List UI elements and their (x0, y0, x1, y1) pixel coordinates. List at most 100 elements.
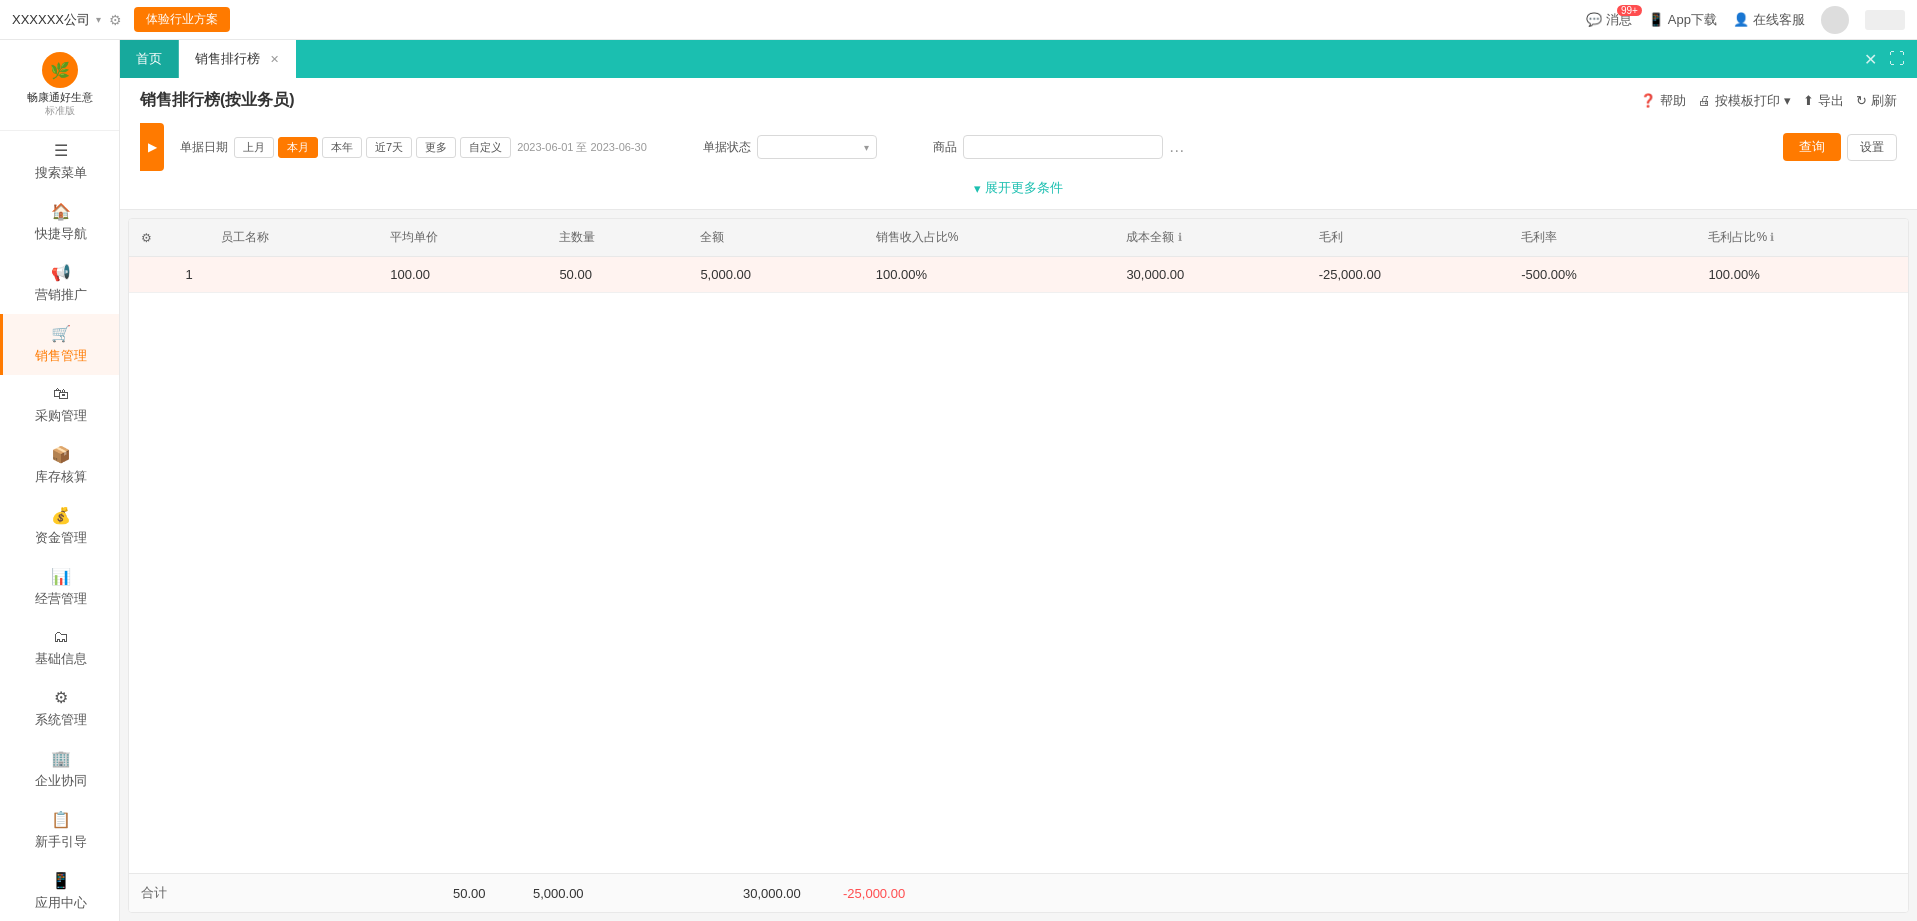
date-btn-7days[interactable]: 近7天 (366, 137, 412, 158)
expand-down-icon: ▾ (974, 181, 981, 196)
th-sales-pct: 销售收入占比% (864, 219, 1115, 257)
sidebar-item-system[interactable]: ⚙ 系统管理 (0, 678, 119, 739)
settings-button[interactable]: 设置 (1847, 134, 1897, 161)
filter-expand-arrow[interactable]: ▶ (140, 123, 164, 171)
sidebar-label-inventory: 库存核算 (35, 468, 87, 486)
guide-icon: 📋 (51, 810, 71, 829)
sidebar: 🌿 畅康通好生意 标准版 ☰ 搜索菜单 🏠 快捷导航 📢 营销推广 🛒 销售管理… (0, 40, 120, 921)
sidebar-logo: 🌿 畅康通好生意 标准版 (0, 40, 119, 131)
sidebar-item-enterprise[interactable]: 🏢 企业协同 (0, 739, 119, 800)
tab-close-icon[interactable]: ✕ (270, 53, 279, 66)
sidebar-label-purchase: 采购管理 (35, 407, 87, 425)
sidebar-item-guide[interactable]: 📋 新手引导 (0, 800, 119, 861)
print-dropdown-icon: ▾ (1784, 93, 1791, 108)
goods-more-icon[interactable]: … (1169, 138, 1185, 156)
refresh-button[interactable]: ↻ 刷新 (1856, 92, 1897, 110)
purchase-icon: 🛍 (53, 385, 69, 403)
sidebar-label-enterprise: 企业协同 (35, 772, 87, 790)
data-table: ⚙ 员工名称 平均单价 主数量 全额 销售收入占比% 成本全额 ℹ 毛利 毛利率… (129, 219, 1908, 293)
query-button[interactable]: 查询 (1783, 133, 1841, 161)
sidebar-item-marketing[interactable]: 📢 营销推广 (0, 253, 119, 314)
th-gross-pct: 毛利占比% ℹ (1696, 219, 1908, 257)
td-amount: 5,000.00 (688, 257, 863, 293)
th-cost-amount: 成本全额 ℹ (1114, 219, 1306, 257)
td-gross-profit: -25,000.00 (1307, 257, 1510, 293)
message-button[interactable]: 💬 消息 99+ (1586, 11, 1632, 29)
avatar[interactable] (1821, 6, 1849, 34)
th-settings[interactable]: ⚙ (129, 219, 169, 257)
action-buttons: 查询 设置 (1783, 133, 1897, 161)
sidebar-item-inventory[interactable]: 📦 库存核算 (0, 435, 119, 496)
sidebar-item-finance[interactable]: 💰 资金管理 (0, 496, 119, 557)
date-btn-custom[interactable]: 自定义 (460, 137, 511, 158)
tab-home-label: 首页 (136, 50, 162, 68)
app-icon: 📱 (1648, 12, 1664, 27)
page-header: 销售排行榜(按业务员) ❓ 帮助 🖨 按模板打印 ▾ ⬆ (120, 78, 1917, 210)
tab-home[interactable]: 首页 (120, 40, 179, 78)
page-actions: ❓ 帮助 🖨 按模板打印 ▾ ⬆ 导出 ↻ (1640, 92, 1897, 110)
date-range: 2023-06-01 至 2023-06-30 (517, 140, 647, 155)
template-print-label: 按模板打印 (1715, 92, 1780, 110)
filter-status: 单据状态 (703, 135, 877, 159)
status-select-wrapper (757, 135, 877, 159)
chevron-down-icon: ▾ (96, 14, 101, 25)
trial-button[interactable]: 体验行业方案 (134, 7, 230, 32)
goods-input[interactable] (963, 135, 1163, 159)
date-btn-prev-month[interactable]: 上月 (234, 137, 274, 158)
app-download-button[interactable]: 📱 App下载 (1648, 11, 1717, 29)
sidebar-item-search-order[interactable]: ☰ 搜索菜单 (0, 131, 119, 192)
online-service-button[interactable]: 👤 在线客服 (1733, 11, 1805, 29)
table-container: ⚙ 员工名称 平均单价 主数量 全额 销售收入占比% 成本全额 ℹ 毛利 毛利率… (128, 218, 1909, 913)
sidebar-item-basic[interactable]: 🗂 基础信息 (0, 618, 119, 678)
cost-info-icon[interactable]: ℹ (1178, 231, 1182, 243)
td-avg-price: 100.00 (378, 257, 547, 293)
footer-main-qty: 50.00 (441, 886, 521, 901)
td-rank: 1 (169, 257, 209, 293)
table-empty-space (129, 293, 1908, 873)
tab-maximize-icon[interactable]: ⛶ (1889, 50, 1905, 68)
footer-gross-profit: -25,000.00 (831, 886, 931, 901)
online-service-label: 在线客服 (1753, 11, 1805, 29)
date-btn-current-year[interactable]: 本年 (322, 137, 362, 158)
status-label: 单据状态 (703, 139, 751, 156)
sidebar-label-system: 系统管理 (35, 711, 87, 729)
th-amount: 全额 (688, 219, 863, 257)
footer-settings-col (221, 886, 261, 901)
sidebar-item-quick-nav[interactable]: 🏠 快捷导航 (0, 192, 119, 253)
sidebar-item-sales[interactable]: 🛒 销售管理 (0, 314, 119, 375)
page-content: 销售排行榜(按业务员) ❓ 帮助 🖨 按模板打印 ▾ ⬆ (120, 78, 1917, 921)
service-icon: 👤 (1733, 12, 1749, 27)
help-button[interactable]: ❓ 帮助 (1640, 92, 1686, 110)
th-gross-rate: 毛利率 (1509, 219, 1696, 257)
export-label: 导出 (1818, 92, 1844, 110)
sidebar-item-operation[interactable]: 📊 经营管理 (0, 557, 119, 618)
help-label: 帮助 (1660, 92, 1686, 110)
sidebar-label-app-center: 应用中心 (35, 894, 87, 912)
app-download-label: App下载 (1668, 11, 1717, 29)
footer-amount: 5,000.00 (521, 886, 621, 901)
basic-icon: 🗂 (53, 628, 69, 646)
operation-icon: 📊 (51, 567, 71, 586)
date-btn-more[interactable]: 更多 (416, 137, 456, 158)
th-main-qty: 主数量 (547, 219, 688, 257)
expand-more-button[interactable]: ▾ 展开更多条件 (974, 179, 1063, 197)
sales-icon: 🛒 (51, 324, 71, 343)
company-name: XXXXXX公司 (12, 11, 90, 29)
table-footer: 合计 50.00 5,000.00 30,000.00 -25,000.00 (129, 873, 1908, 912)
logo-icon: 🌿 (42, 52, 78, 88)
tab-sales-rank[interactable]: 销售排行榜 ✕ (179, 40, 296, 78)
template-print-button[interactable]: 🖨 按模板打印 ▾ (1698, 92, 1791, 110)
date-btn-current-month[interactable]: 本月 (278, 137, 318, 158)
sidebar-item-app-center[interactable]: 📱 应用中心 (0, 861, 119, 921)
marketing-icon: 📢 (51, 263, 71, 282)
settings-icon[interactable]: ⚙ (109, 12, 122, 28)
tab-close-window-icon[interactable]: ✕ (1864, 50, 1877, 69)
export-button[interactable]: ⬆ 导出 (1803, 92, 1844, 110)
td-cost-amount: 30,000.00 (1114, 257, 1306, 293)
status-select[interactable] (757, 135, 877, 159)
sidebar-item-purchase[interactable]: 🛍 采购管理 (0, 375, 119, 435)
footer-name-col (261, 886, 341, 901)
company-selector[interactable]: XXXXXX公司 ▾ (12, 11, 101, 29)
gross-pct-info-icon[interactable]: ℹ (1770, 231, 1774, 243)
td-settings (129, 257, 169, 293)
